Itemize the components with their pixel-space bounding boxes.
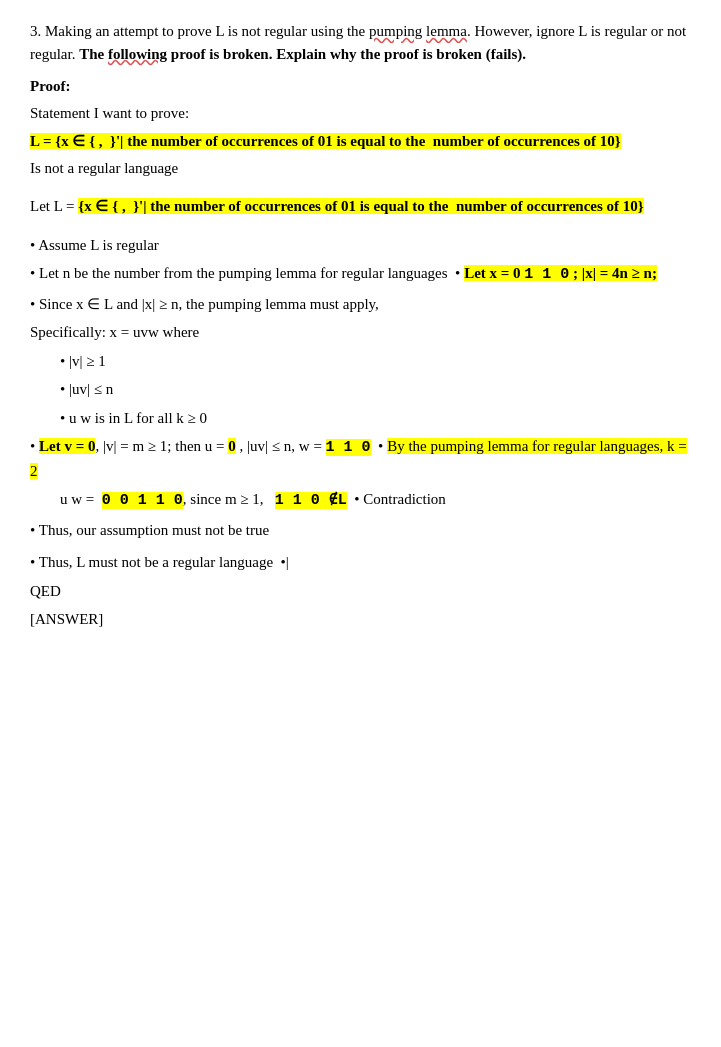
- bullet-let-n: • Let n be the number from the pumping l…: [30, 262, 691, 287]
- page-container: 3. Making an attempt to prove L is not r…: [30, 20, 691, 631]
- question-number: 3.: [30, 23, 41, 39]
- sub-bullet-uw: • u w is in L for all k ≥ 0: [60, 407, 691, 430]
- bullet-specifically: Specifically: x = uvw where: [30, 321, 691, 344]
- bullet-assume: • Assume L is regular: [30, 234, 691, 257]
- question-text: 3. Making an attempt to prove L is not r…: [30, 20, 691, 65]
- uw-value-highlighted: 0 0 1 1 0: [102, 492, 183, 509]
- u-zero-highlighted: 0: [228, 438, 236, 454]
- is-not-regular: Is not a regular language: [30, 157, 691, 180]
- pumping-word: pumping: [369, 23, 422, 39]
- let-l-highlighted: {x ∈ { , }'| the number of occurrences o…: [78, 198, 643, 214]
- sub-bullet-v: • |v| ≥ 1: [60, 350, 691, 373]
- statement-label: Statement I want to prove:: [30, 102, 691, 125]
- bullet-let-v: • Let v = 0, |v| = m ≥ 1; then u = 0 , |…: [30, 435, 691, 482]
- let-v-highlighted: Let v = 0: [39, 438, 95, 454]
- uw-result: u w = 0 0 1 1 0, since m ≥ 1, 1 1 0 ∉L •…: [60, 488, 691, 513]
- bullet-thus-assumption: • Thus, our assumption must not be true: [30, 519, 691, 542]
- proof-label: Proof:: [30, 75, 691, 98]
- bold-instruction: The following proof is broken. Explain w…: [79, 46, 526, 62]
- following-word: following: [108, 46, 167, 62]
- not-in-l-highlighted: 1 1 0 ∉L: [275, 492, 347, 509]
- question-header: 3. Making an attempt to prove L is not r…: [30, 20, 691, 65]
- w-highlighted: 1 1 0: [326, 439, 371, 456]
- bullet-since-x: • Since x ∈ L and |x| ≥ n, the pumping l…: [30, 293, 691, 316]
- answer-text: [ANSWER]: [30, 608, 691, 631]
- sub-bullet-uv: • |uv| ≤ n: [60, 378, 691, 401]
- qed-text: QED: [30, 580, 691, 603]
- first-statement: L = {x ∈ { , }'| the number of occurrenc…: [30, 130, 691, 153]
- proof-block: Proof: Statement I want to prove: L = {x…: [30, 75, 691, 631]
- let-x-highlighted: Let x = 0 1 1 0 ; |x| = 4n ≥ n;: [464, 265, 657, 281]
- first-statement-text: L = {x ∈ { , }'| the number of occurrenc…: [30, 133, 621, 149]
- bullet-thus-l: • Thus, L must not be a regular language…: [30, 551, 691, 574]
- lemma-word: lemma: [426, 23, 467, 39]
- let-l-statement: Let L = {x ∈ { , }'| the number of occur…: [30, 195, 691, 218]
